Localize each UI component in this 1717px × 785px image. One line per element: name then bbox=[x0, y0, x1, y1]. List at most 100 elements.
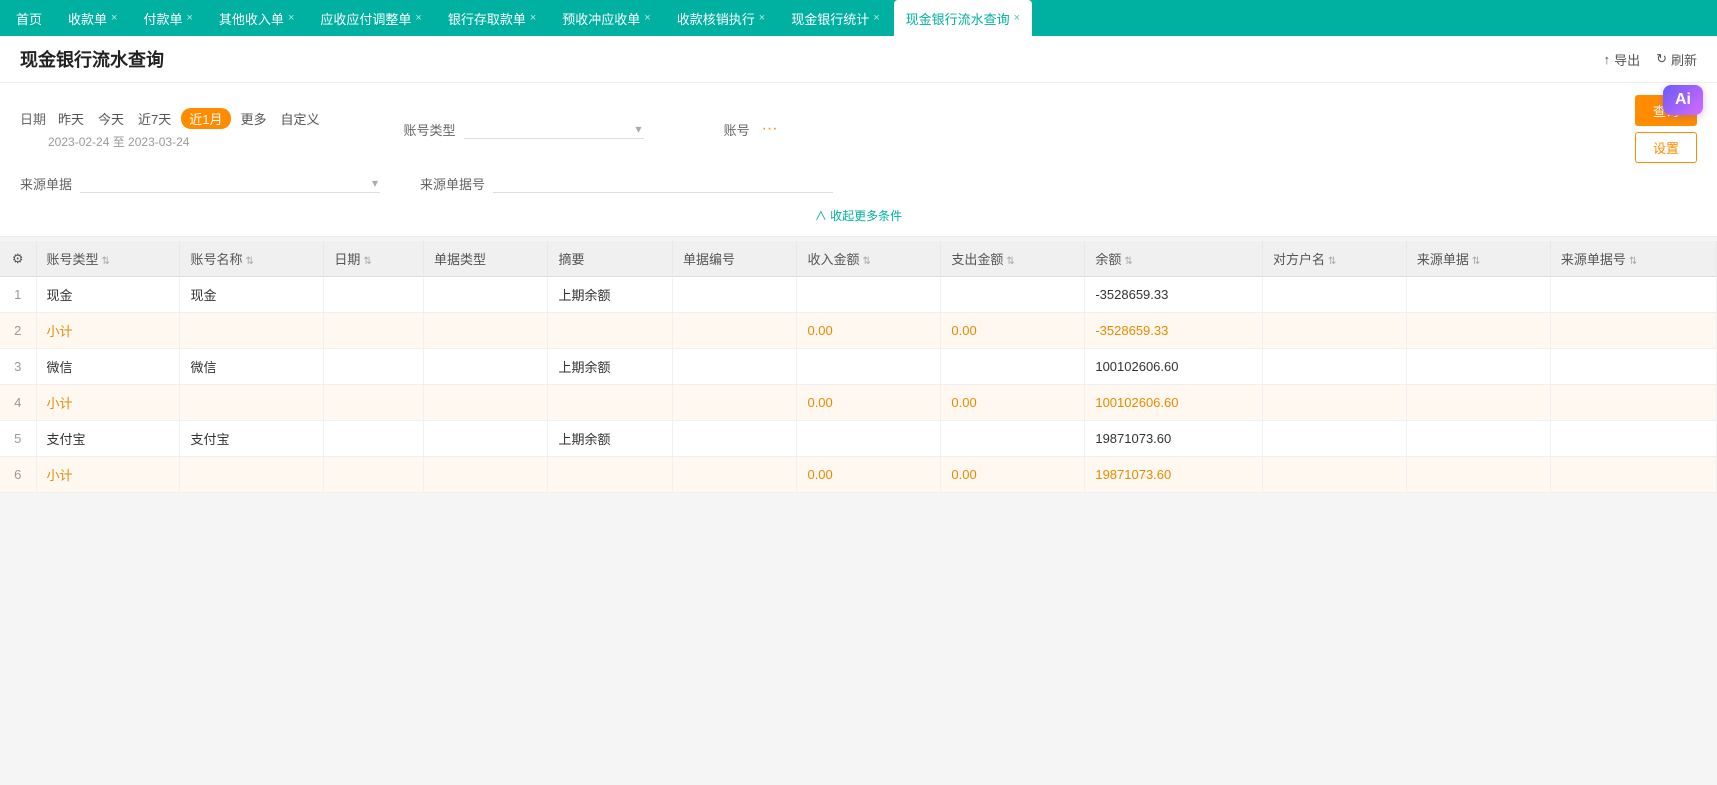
shortcut-custom[interactable]: 自定义 bbox=[277, 108, 324, 129]
col-date[interactable]: 日期⇅ bbox=[324, 241, 424, 277]
cell-date bbox=[324, 277, 424, 313]
row-num: 3 bbox=[0, 349, 36, 385]
col-source-doc[interactable]: 来源单据⇅ bbox=[1406, 241, 1550, 277]
cell-account-type: 小计 bbox=[36, 313, 180, 349]
collapse-bar[interactable]: ∧ 收起更多条件 bbox=[20, 203, 1697, 228]
cell-doc-type bbox=[423, 457, 548, 493]
col-summary[interactable]: 摘要 bbox=[548, 241, 673, 277]
nav-tab-home[interactable]: 首页 bbox=[4, 0, 54, 36]
account-filter: 账号 ··· bbox=[724, 120, 778, 139]
nav-tab-ar-ap-adjust-close[interactable]: × bbox=[415, 12, 421, 24]
cell-source-doc bbox=[1406, 277, 1550, 313]
nav-tab-payment[interactable]: 付款单 × bbox=[131, 0, 204, 36]
col-gear[interactable]: ⚙ bbox=[0, 241, 36, 277]
nav-tab-receipt[interactable]: 收款单 × bbox=[56, 0, 129, 36]
nav-tab-cash-bank-query-close[interactable]: × bbox=[1014, 12, 1020, 24]
cell-source-doc bbox=[1406, 385, 1550, 421]
cell-account-name bbox=[180, 313, 324, 349]
shortcut-yesterday[interactable]: 昨天 bbox=[54, 108, 88, 129]
cell-date bbox=[324, 349, 424, 385]
shortcut-7days[interactable]: 近7天 bbox=[134, 108, 175, 129]
date-range-display: 2023-02-24 至 2023-03-24 bbox=[48, 133, 324, 150]
cell-source-doc bbox=[1406, 457, 1550, 493]
cell-account-type: 微信 bbox=[36, 349, 180, 385]
cell-account-name: 微信 bbox=[180, 349, 324, 385]
gear-icon: ⚙ bbox=[12, 251, 24, 266]
col-doc-type[interactable]: 单据类型 bbox=[423, 241, 548, 277]
filter-area: 日期 昨天 今天 近7天 近1月 更多 自定义 2023-02-24 至 202… bbox=[0, 83, 1717, 237]
col-expense[interactable]: 支出金额⇅ bbox=[941, 241, 1085, 277]
col-income[interactable]: 收入金额⇅ bbox=[797, 241, 941, 277]
cell-income: 0.00 bbox=[797, 313, 941, 349]
cell-account-type: 小计 bbox=[36, 457, 180, 493]
account-label: 账号 bbox=[724, 120, 750, 139]
refresh-button[interactable]: ↻ 刷新 bbox=[1656, 50, 1697, 69]
ai-badge[interactable]: Ai bbox=[1663, 85, 1703, 115]
cell-doc-type bbox=[423, 349, 548, 385]
cell-date bbox=[324, 421, 424, 457]
cell-income: 0.00 bbox=[797, 385, 941, 421]
col-account-name[interactable]: 账号名称⇅ bbox=[180, 241, 324, 277]
cell-date bbox=[324, 385, 424, 421]
nav-tab-cash-bank-stat[interactable]: 现金银行统计 × bbox=[779, 0, 891, 36]
nav-tab-prepaid[interactable]: 预收冲应收单 × bbox=[550, 0, 662, 36]
nav-tab-bank-deposit-close[interactable]: × bbox=[530, 12, 536, 24]
cell-income: 0.00 bbox=[797, 457, 941, 493]
nav-tab-ar-ap-adjust-label: 应收应付调整单 bbox=[320, 9, 411, 28]
date-label: 日期 bbox=[20, 109, 46, 128]
account-dots[interactable]: ··· bbox=[762, 120, 778, 138]
cell-balance: 100102606.60 bbox=[1085, 349, 1263, 385]
cell-account-name bbox=[180, 457, 324, 493]
cell-counterpart bbox=[1262, 421, 1406, 457]
col-balance[interactable]: 余额⇅ bbox=[1085, 241, 1263, 277]
nav-tab-payment-close[interactable]: × bbox=[186, 12, 192, 24]
cell-balance: -3528659.33 bbox=[1085, 277, 1263, 313]
nav-tab-other-income-close[interactable]: × bbox=[288, 12, 294, 24]
nav-tab-receipt-writeoff[interactable]: 收款核销执行 × bbox=[665, 0, 777, 36]
nav-tab-other-income-label: 其他收入单 bbox=[219, 9, 284, 28]
nav-tab-bank-deposit-label: 银行存取款单 bbox=[448, 9, 526, 28]
nav-tab-receipt-close[interactable]: × bbox=[111, 12, 117, 24]
export-button[interactable]: ↑ 导出 bbox=[1604, 50, 1641, 69]
col-account-type[interactable]: 账号类型⇅ bbox=[36, 241, 180, 277]
cell-doc-no bbox=[672, 277, 797, 313]
cell-source-doc-no bbox=[1550, 385, 1716, 421]
col-source-doc-no[interactable]: 来源单据号⇅ bbox=[1550, 241, 1716, 277]
cell-doc-no bbox=[672, 385, 797, 421]
source-doc-num-input[interactable] bbox=[493, 173, 833, 193]
nav-tab-prepaid-close[interactable]: × bbox=[644, 12, 650, 24]
cell-account-type: 支付宝 bbox=[36, 421, 180, 457]
cell-doc-type bbox=[423, 421, 548, 457]
cell-balance: -3528659.33 bbox=[1085, 313, 1263, 349]
cell-summary bbox=[548, 313, 673, 349]
nav-tab-other-income[interactable]: 其他收入单 × bbox=[207, 0, 306, 36]
nav-tab-cash-bank-stat-close[interactable]: × bbox=[873, 12, 879, 24]
settings-button[interactable]: 设置 bbox=[1635, 132, 1697, 163]
cell-account-type: 小计 bbox=[36, 385, 180, 421]
date-filter: 日期 昨天 今天 近7天 近1月 更多 自定义 2023-02-24 至 202… bbox=[20, 108, 324, 150]
cell-account-name bbox=[180, 385, 324, 421]
col-doc-no[interactable]: 单据编号 bbox=[672, 241, 797, 277]
account-type-select-wrap bbox=[464, 119, 644, 139]
nav-tab-cash-bank-query[interactable]: 现金银行流水查询 × bbox=[894, 0, 1032, 36]
account-type-label: 账号类型 bbox=[404, 120, 456, 139]
table-row: 6小计0.000.0019871073.60 bbox=[0, 457, 1717, 493]
source-doc-select[interactable] bbox=[80, 173, 380, 193]
nav-tab-receipt-writeoff-close[interactable]: × bbox=[759, 12, 765, 24]
row-num: 6 bbox=[0, 457, 36, 493]
source-doc-filter: 来源单据 bbox=[20, 173, 380, 193]
shortcut-more[interactable]: 更多 bbox=[237, 108, 271, 129]
shortcut-1month[interactable]: 近1月 bbox=[181, 108, 230, 129]
shortcut-today[interactable]: 今天 bbox=[94, 108, 128, 129]
col-counterpart[interactable]: 对方户名⇅ bbox=[1262, 241, 1406, 277]
collapse-label: ∧ 收起更多条件 bbox=[815, 209, 902, 223]
cell-expense bbox=[941, 421, 1085, 457]
nav-tab-bank-deposit[interactable]: 银行存取款单 × bbox=[436, 0, 548, 36]
cell-doc-type bbox=[423, 277, 548, 313]
data-table: ⚙ 账号类型⇅ 账号名称⇅ 日期⇅ 单据类型 摘要 单据编号 收入金额⇅ 支出金… bbox=[0, 241, 1717, 493]
account-type-select[interactable] bbox=[464, 119, 644, 139]
nav-tab-ar-ap-adjust[interactable]: 应收应付调整单 × bbox=[308, 0, 433, 36]
cell-source-doc-no bbox=[1550, 277, 1716, 313]
cell-expense bbox=[941, 349, 1085, 385]
cell-account-name: 支付宝 bbox=[180, 421, 324, 457]
